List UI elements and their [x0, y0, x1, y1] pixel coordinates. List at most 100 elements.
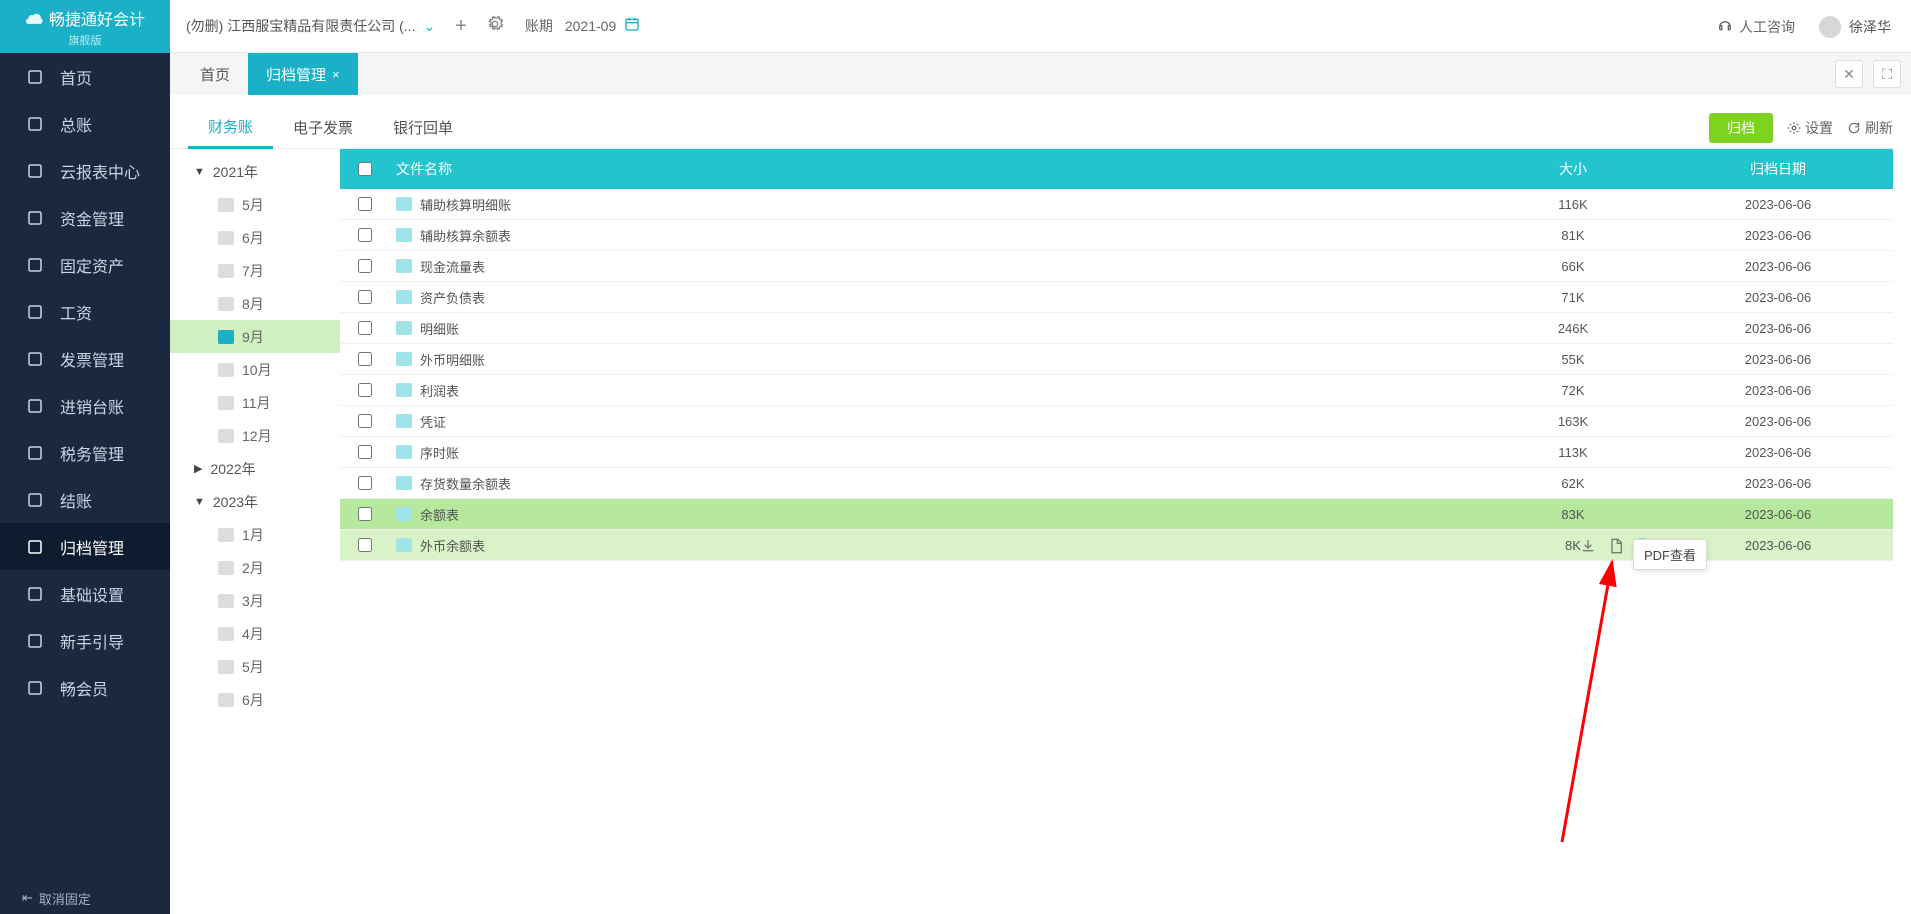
nav-label: 总账: [60, 112, 92, 136]
col-date: 归档日期: [1663, 159, 1893, 179]
file-icon: [396, 476, 412, 490]
nav-ledger[interactable]: 总账: [0, 100, 170, 147]
tab-archive[interactable]: 归档管理×: [248, 53, 358, 95]
file-icon: [396, 352, 412, 366]
add-icon[interactable]: +: [455, 15, 467, 38]
tree-month[interactable]: 5月: [170, 650, 340, 683]
tooltip-pdf-view: PDF查看: [1633, 539, 1707, 570]
tree-year[interactable]: ▼2021年: [170, 155, 340, 188]
chart-icon: [24, 160, 46, 182]
folder-icon: [218, 429, 234, 443]
tree-month[interactable]: 2月: [170, 551, 340, 584]
row-checkbox[interactable]: [358, 228, 372, 242]
table-row[interactable]: 存货数量余额表62K2023-06-06: [340, 468, 1893, 499]
fullscreen-button[interactable]: ⛶: [1873, 60, 1901, 88]
nav-chart[interactable]: 云报表中心: [0, 147, 170, 194]
row-checkbox[interactable]: [358, 476, 372, 490]
file-size: 163K: [1483, 414, 1663, 429]
file-name: 外币余额表: [420, 536, 485, 555]
user-menu[interactable]: 徐泽华: [1819, 16, 1891, 38]
row-checkbox[interactable]: [358, 197, 372, 211]
tree-month[interactable]: 7月: [170, 254, 340, 287]
row-checkbox[interactable]: [358, 538, 372, 552]
row-checkbox[interactable]: [358, 383, 372, 397]
tab-close-button[interactable]: ✕: [1835, 60, 1863, 88]
nav-stock[interactable]: 进销台账: [0, 382, 170, 429]
sidebar: 畅捷通好会计 旗舰版 首页总账云报表中心资金管理固定资产工资发票管理进销台账税务…: [0, 0, 170, 914]
tree-month[interactable]: 9月: [170, 320, 340, 353]
tree-month[interactable]: 10月: [170, 353, 340, 386]
tree-month[interactable]: 4月: [170, 617, 340, 650]
tree-month[interactable]: 12月: [170, 419, 340, 452]
nav-guide[interactable]: 新手引导: [0, 617, 170, 664]
tree-month[interactable]: 3月: [170, 584, 340, 617]
nav-label: 新手引导: [60, 629, 124, 653]
support-link[interactable]: 人工咨询: [1717, 17, 1795, 37]
nav-salary[interactable]: 工资: [0, 288, 170, 335]
file-size: 55K: [1483, 352, 1663, 367]
row-checkbox[interactable]: [358, 290, 372, 304]
close-icon[interactable]: ×: [332, 67, 340, 82]
table-row[interactable]: 现金流量表66K2023-06-06: [340, 251, 1893, 282]
table-row[interactable]: 辅助核算明细账116K2023-06-06: [340, 189, 1893, 220]
settings-link[interactable]: 设置: [1787, 118, 1833, 138]
row-checkbox[interactable]: [358, 352, 372, 366]
sidebar-unpin[interactable]: ⇤取消固定: [0, 882, 170, 914]
tree-month[interactable]: 6月: [170, 683, 340, 716]
pdf-icon[interactable]: [1607, 537, 1625, 555]
tree-month[interactable]: 11月: [170, 386, 340, 419]
row-checkbox[interactable]: [358, 507, 372, 521]
tree-month[interactable]: 1月: [170, 518, 340, 551]
row-checkbox[interactable]: [358, 445, 372, 459]
table-row[interactable]: 凭证163K2023-06-06: [340, 406, 1893, 437]
nav-asset[interactable]: 固定资产: [0, 241, 170, 288]
tab-home[interactable]: 首页: [182, 53, 248, 95]
nav-invoice[interactable]: 发票管理: [0, 335, 170, 382]
folder-icon: [218, 528, 234, 542]
tree-month[interactable]: 8月: [170, 287, 340, 320]
table-row[interactable]: 辅助核算余额表81K2023-06-06: [340, 220, 1893, 251]
download-icon[interactable]: [1579, 537, 1597, 555]
subtab-finance[interactable]: 财务账: [188, 107, 273, 149]
subtab-bank[interactable]: 银行回单: [373, 107, 473, 149]
table-row[interactable]: 资产负债表71K2023-06-06: [340, 282, 1893, 313]
tree-year[interactable]: ▶2022年: [170, 452, 340, 485]
nav-vip[interactable]: 畅会员: [0, 664, 170, 711]
table-row[interactable]: 余额表83K2023-06-06: [340, 499, 1893, 530]
col-size: 大小: [1483, 159, 1663, 179]
nav-tax[interactable]: 税务管理: [0, 429, 170, 476]
nav-close[interactable]: 结账: [0, 476, 170, 523]
cloud-icon: [25, 10, 45, 26]
tree-month[interactable]: 5月: [170, 188, 340, 221]
folder-icon: [218, 363, 234, 377]
gear-icon[interactable]: [487, 16, 503, 37]
archive-button[interactable]: 归档: [1709, 113, 1773, 143]
file-name: 存货数量余额表: [420, 474, 511, 493]
table-row[interactable]: 序时账113K2023-06-06: [340, 437, 1893, 468]
calendar-icon[interactable]: [624, 16, 640, 37]
row-checkbox[interactable]: [358, 259, 372, 273]
table-row[interactable]: 利润表72K2023-06-06: [340, 375, 1893, 406]
avatar-icon: [1819, 16, 1841, 38]
nav-home[interactable]: 首页: [0, 53, 170, 100]
stock-icon: [24, 395, 46, 417]
subtab-einvoice[interactable]: 电子发票: [273, 107, 373, 149]
nav-settings[interactable]: 基础设置: [0, 570, 170, 617]
table-panel: 文件名称 大小 归档日期 辅助核算明细账116K2023-06-06辅助核算余额…: [340, 149, 1893, 914]
select-all-checkbox[interactable]: [358, 162, 372, 176]
company-selector[interactable]: (勿删) 江西服宝精品有限责任公司 (... ⌄: [186, 16, 435, 36]
file-name: 现金流量表: [420, 257, 485, 276]
table-row[interactable]: 外币明细账55K2023-06-06: [340, 344, 1893, 375]
table-row[interactable]: 明细账246K2023-06-06: [340, 313, 1893, 344]
file-date: 2023-06-06: [1663, 414, 1893, 429]
file-name: 利润表: [420, 381, 459, 400]
salary-icon: [24, 301, 46, 323]
file-icon: [396, 445, 412, 459]
tree-year[interactable]: ▼2023年: [170, 485, 340, 518]
refresh-link[interactable]: 刷新: [1847, 118, 1893, 138]
tree-month[interactable]: 6月: [170, 221, 340, 254]
nav-archive[interactable]: 归档管理: [0, 523, 170, 570]
nav-money[interactable]: 资金管理: [0, 194, 170, 241]
row-checkbox[interactable]: [358, 321, 372, 335]
row-checkbox[interactable]: [358, 414, 372, 428]
